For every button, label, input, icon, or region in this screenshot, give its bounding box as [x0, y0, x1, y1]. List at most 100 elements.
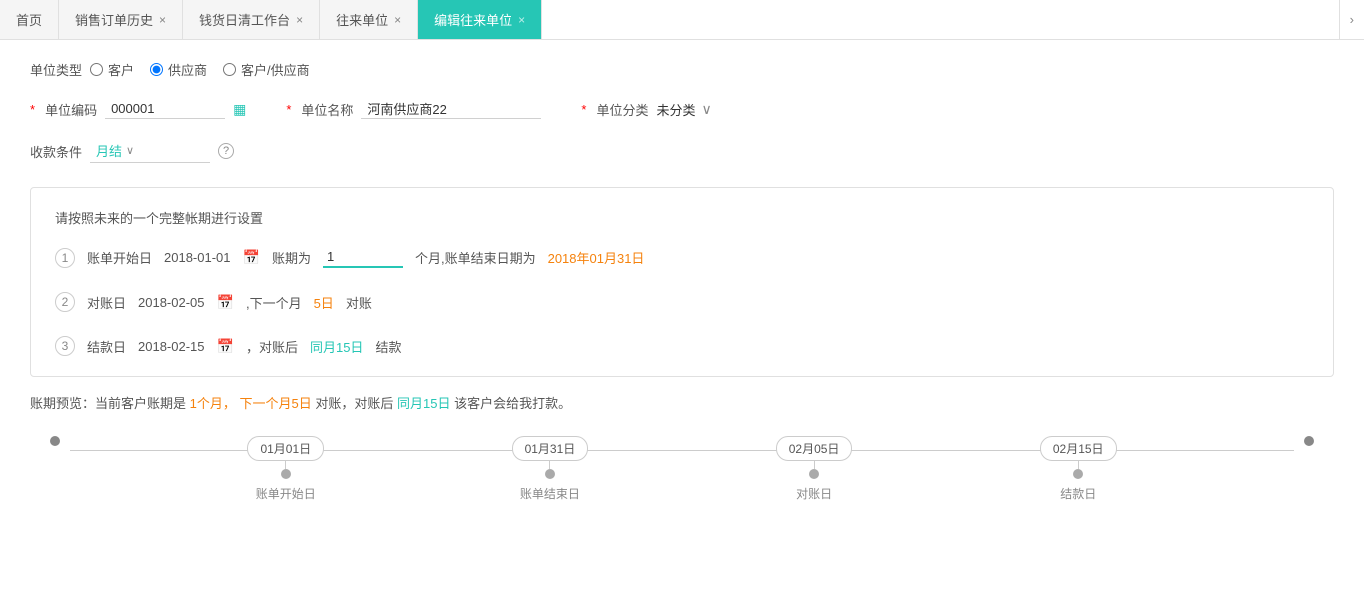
timeline-badge-3: 02月05日	[776, 436, 853, 461]
tab-home-label: 首页	[16, 10, 42, 29]
timeline-label-1: 账单开始日	[256, 485, 316, 502]
radio-customer[interactable]: 客户	[90, 60, 134, 79]
step-2-highlight: 5日	[314, 293, 334, 312]
tab-more-button[interactable]: ›	[1339, 0, 1364, 39]
radio-customer-input[interactable]	[90, 63, 103, 76]
step-1-suffix2: 个月,账单结束日期为	[415, 248, 536, 267]
tab-edit-counterparty-label: 编辑往来单位	[434, 10, 512, 29]
timeline-badge-4: 02月15日	[1040, 436, 1117, 461]
payment-value: 月结	[96, 141, 122, 160]
preview-part3: 对账，对账后	[315, 396, 393, 411]
step-2-prefix: ,下一个月	[246, 293, 302, 312]
radio-supplier-label: 供应商	[168, 60, 207, 79]
unit-code-required: *	[30, 102, 35, 117]
step-2-num: 2	[55, 292, 75, 312]
payment-dropdown-arrow[interactable]: ∨	[126, 144, 134, 157]
unit-code-label: 单位编码	[45, 100, 97, 119]
timeline-dot-4	[1073, 469, 1083, 479]
timeline-dot-3	[809, 469, 819, 479]
close-tab-edit-counterparty[interactable]: ×	[518, 13, 525, 27]
close-tab-sales-history[interactable]: ×	[159, 13, 166, 27]
step-2-suffix: 对账	[346, 293, 372, 312]
timeline-label-3: 对账日	[796, 485, 832, 502]
tab-sales-history-label: 销售订单历史	[75, 10, 153, 29]
close-tab-counterparty[interactable]: ×	[394, 13, 401, 27]
step-1-label: 账单开始日	[87, 248, 152, 267]
timeline-label-4: 结款日	[1060, 485, 1096, 502]
radio-customer-label: 客户	[108, 60, 134, 79]
section-title: 请按照未来的一个完整帐期进行设置	[55, 208, 1309, 227]
tab-home[interactable]: 首页	[0, 0, 59, 39]
tab-cash-desk[interactable]: 钱货日清工作台 ×	[183, 0, 320, 39]
step-3-row: 3 结款日 2018-02-15 📅 ，对账后 同月15日 结款	[55, 336, 1309, 356]
unit-code-input[interactable]	[105, 99, 225, 119]
step-1-end-date: 2018年01月31日	[548, 248, 645, 267]
payment-row: 收款条件 月结 ∨ ?	[30, 139, 1334, 163]
radio-both-label: 客户/供应商	[241, 60, 310, 79]
step-1-cal-icon[interactable]: 📅	[243, 249, 260, 266]
timeline-dot-2	[545, 469, 555, 479]
unit-type-field: 单位类型 客户 供应商 客户/供应商	[30, 60, 310, 79]
unit-type-radio-group: 客户 供应商 客户/供应商	[90, 60, 310, 79]
timeline-badge-1: 01月01日	[247, 436, 324, 461]
unit-name-field: * 单位名称	[286, 99, 541, 119]
timeline-connector-3	[814, 461, 815, 469]
tab-counterparty-label: 往来单位	[336, 10, 388, 29]
radio-supplier[interactable]: 供应商	[150, 60, 207, 79]
radio-both-input[interactable]	[223, 63, 236, 76]
step-3-highlight: 同月15日	[310, 337, 363, 356]
tab-edit-counterparty[interactable]: 编辑往来单位 ×	[418, 0, 542, 39]
step-3-cal-icon[interactable]: 📅	[217, 338, 234, 355]
tab-cash-desk-label: 钱货日清工作台	[199, 10, 290, 29]
radio-supplier-input[interactable]	[150, 63, 163, 76]
step-1-num: 1	[55, 248, 75, 268]
radio-both[interactable]: 客户/供应商	[223, 60, 310, 79]
timeline-dot-1	[281, 469, 291, 479]
timeline-connector-1	[285, 461, 286, 469]
step-3-suffix: 结款	[375, 337, 401, 356]
tab-counterparty[interactable]: 往来单位 ×	[320, 0, 418, 39]
unit-classify-select[interactable]: 未分类 ∨	[656, 100, 816, 119]
chevron-right-icon: ›	[1350, 12, 1354, 27]
timeline-nodes: 01月01日 账单开始日 01月31日 账单结束日 02月05日	[50, 436, 1314, 502]
preview-label: 账期预览：当前客户账期是	[30, 396, 186, 411]
preview-section: 账期预览：当前客户账期是 1个月， 下一个月5日 对账，对账后 同月15日 该客…	[30, 377, 1334, 502]
section-box: 请按照未来的一个完整帐期进行设置 1 账单开始日 2018-01-01 📅 账期…	[30, 187, 1334, 377]
preview-part2: 下一个月5日	[240, 396, 312, 411]
step-2-cal-icon[interactable]: 📅	[217, 294, 234, 311]
step-2-date: 2018-02-05	[138, 295, 205, 310]
unit-code-icon[interactable]: ▦	[233, 101, 246, 118]
timeline-node-1: 01月01日 账单开始日	[247, 436, 324, 502]
unit-type-label: 单位类型	[30, 60, 82, 79]
start-dot	[50, 436, 60, 446]
unit-name-input[interactable]	[361, 99, 541, 119]
end-dot	[1304, 436, 1314, 446]
unit-classify-value: 未分类	[656, 100, 695, 119]
timeline-connector-4	[1078, 461, 1079, 469]
step-2-label: 对账日	[87, 293, 126, 312]
step-1-date: 2018-01-01	[164, 250, 231, 265]
payment-help-icon[interactable]: ?	[218, 143, 234, 159]
unit-name-required: *	[286, 102, 291, 117]
main-content: 单位类型 客户 供应商 客户/供应商 * 单位编码	[0, 40, 1364, 608]
unit-classify-arrow[interactable]: ∨	[701, 101, 711, 118]
step-1-suffix1: 账期为	[272, 248, 311, 267]
timeline-container: 01月01日 账单开始日 01月31日 账单结束日 02月05日	[30, 436, 1334, 502]
preview-text: 账期预览：当前客户账期是 1个月， 下一个月5日 对账，对账后 同月15日 该客…	[30, 393, 1334, 412]
preview-part4: 同月15日	[397, 396, 450, 411]
unit-classify-field: * 单位分类 未分类 ∨	[581, 100, 816, 119]
close-tab-cash-desk[interactable]: ×	[296, 13, 303, 27]
unit-code-field: * 单位编码 ▦	[30, 99, 246, 119]
step-2-row: 2 对账日 2018-02-05 📅 ,下一个月 5日 对账	[55, 292, 1309, 312]
timeline-connector-2	[549, 461, 550, 469]
step-1-period-input[interactable]	[323, 247, 403, 268]
step-3-prefix: ，对账后	[246, 337, 298, 356]
step-3-label: 结款日	[87, 337, 126, 356]
tab-sales-history[interactable]: 销售订单历史 ×	[59, 0, 183, 39]
timeline-label-2: 账单结束日	[520, 485, 580, 502]
unit-type-row: 单位类型 客户 供应商 客户/供应商	[30, 60, 1334, 79]
timeline-badge-2: 01月31日	[512, 436, 589, 461]
payment-select[interactable]: 月结 ∨	[90, 139, 210, 163]
unit-name-label: 单位名称	[301, 100, 353, 119]
unit-classify-required: *	[581, 102, 586, 117]
